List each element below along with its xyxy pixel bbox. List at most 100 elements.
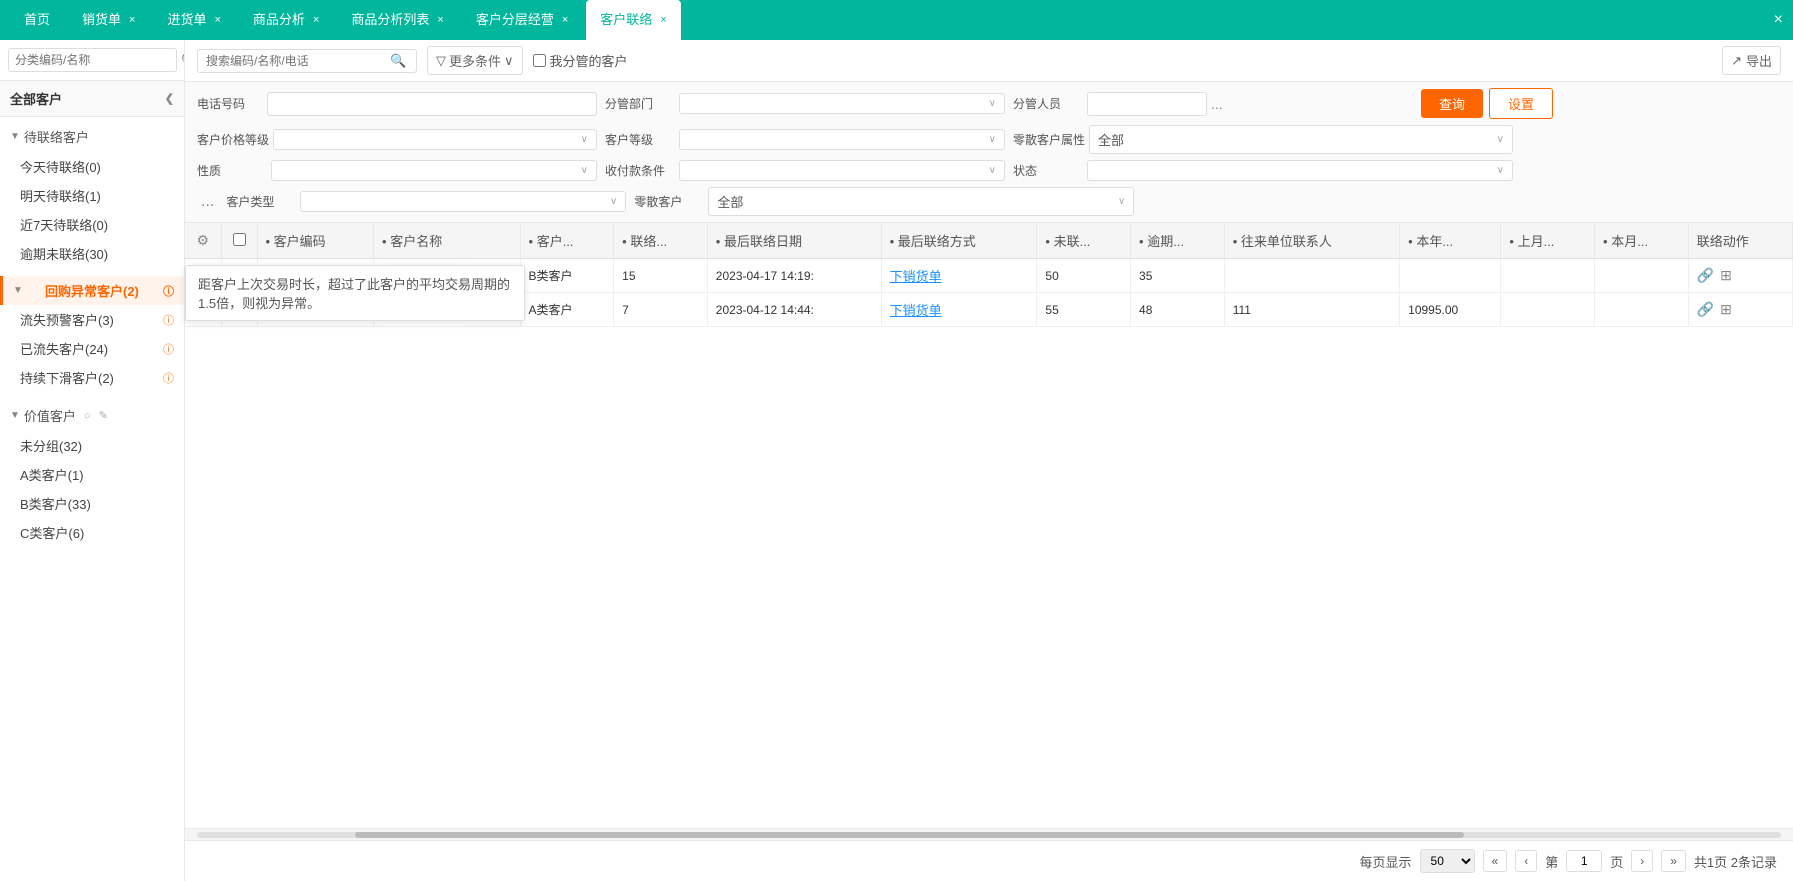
- export-button[interactable]: ↗ 导出: [1722, 46, 1781, 75]
- row2-not-contacted: 55: [1037, 293, 1131, 327]
- row2-last-contact-method: 下销货单: [881, 293, 1037, 327]
- sidebar-item-overdue-contact[interactable]: 逾期未联络(30): [0, 239, 184, 268]
- th-last-contact-date: • 最后联络日期: [707, 223, 881, 259]
- close-all-tabs-button[interactable]: ×: [1774, 11, 1783, 29]
- table-settings-icon[interactable]: ⚙: [196, 232, 209, 248]
- sidebar-item-today-pending[interactable]: 今天待联络(0): [0, 152, 184, 181]
- adv-filter-row-1: 电话号码 分管部门 ∨ 分管人员 ... 查询 设置: [197, 88, 1781, 119]
- main-layout: 🔍 全部客户 ❮ ▼ 待联络客户 今天待联络(0) 明天待联络(1) 近7天待联…: [0, 40, 1793, 881]
- tab-product-analysis-list[interactable]: 商品分析列表 ×: [337, 0, 457, 40]
- repurchase-abnormal-group: ▼ 回购异常客户(2) ⓘ 流失预警客户(3) ⓘ 已流失客户(24) ⓘ 持续…: [0, 272, 184, 396]
- row2-link-icon[interactable]: 🔗: [1697, 301, 1714, 318]
- sidebar-item-churn-warning[interactable]: 流失预警客户(3) ⓘ: [0, 305, 184, 334]
- tab-customer-stratification[interactable]: 客户分层经营 ×: [462, 0, 582, 40]
- customer-level-down-icon: ∨: [989, 134, 996, 145]
- payment-select[interactable]: ∨: [679, 160, 1005, 181]
- tab-purchase-order[interactable]: 进货单 ×: [153, 0, 234, 40]
- retail-attr-select[interactable]: 全部 ∨: [1089, 125, 1513, 154]
- close-tab-product-list[interactable]: ×: [437, 0, 443, 40]
- customer-type-select[interactable]: ∨: [300, 191, 626, 212]
- close-tab-customer-contact[interactable]: ×: [660, 0, 666, 40]
- query-button[interactable]: 查询: [1421, 89, 1483, 118]
- pending-contact-group-title[interactable]: ▼ 待联络客户: [0, 121, 184, 152]
- row2-contact-method-link[interactable]: 下销货单: [890, 303, 942, 318]
- next-page-button[interactable]: ›: [1631, 850, 1653, 872]
- value-customers-group: ▼ 价值客户 ○ ✎ 未分组(32) A类客户(1) B类客户(33) C类客户…: [0, 396, 184, 551]
- dots-expand-button[interactable]: ...: [197, 193, 218, 211]
- tab-home[interactable]: 首页: [10, 0, 64, 40]
- repurchase-abnormal-group-title[interactable]: ▼ 回购异常客户(2) ⓘ: [0, 276, 184, 305]
- search-input[interactable]: [206, 54, 386, 68]
- th-unit-contact: • 往来单位联系人: [1224, 223, 1399, 259]
- sidebar-item-7day-pending[interactable]: 近7天待联络(0): [0, 210, 184, 239]
- person-input[interactable]: [1087, 92, 1207, 116]
- row1-last-contact-method: 下销货单: [881, 259, 1037, 293]
- edit-pen-icon[interactable]: ✎: [99, 409, 108, 422]
- category-search-input[interactable]: [8, 48, 177, 72]
- row1-this-year: [1400, 259, 1501, 293]
- advanced-filter-panel: 电话号码 分管部门 ∨ 分管人员 ... 查询 设置: [185, 82, 1793, 223]
- first-page-button[interactable]: «: [1483, 850, 1508, 872]
- chevron-down-icon: ∨: [504, 53, 514, 69]
- sidebar-item-class-a[interactable]: A类客户(1): [0, 460, 184, 489]
- price-level-field: 客户价格等级 ∨: [197, 129, 597, 150]
- export-icon: ↗: [1731, 53, 1742, 69]
- row2-last-month: [1501, 293, 1595, 327]
- row2-grid-icon[interactable]: ⊞: [1720, 301, 1732, 318]
- checkbox-column-header: [221, 223, 257, 259]
- sidebar-item-unclassified[interactable]: 未分组(32): [0, 431, 184, 460]
- retail-customer-field: 零散客户 全部 ∨: [634, 187, 1134, 216]
- close-tab-purchase[interactable]: ×: [214, 0, 220, 40]
- retail-attr-down-icon: ∨: [1497, 134, 1504, 145]
- close-tab-customer-strat[interactable]: ×: [562, 0, 568, 40]
- gender-select[interactable]: ∨: [271, 160, 597, 181]
- row1-link-icon[interactable]: 🔗: [1697, 267, 1714, 284]
- top-navigation: 首页 销货单 × 进货单 × 商品分析 × 商品分析列表 × 客户分层经营 × …: [0, 0, 1793, 40]
- row1-grid-icon[interactable]: ⊞: [1720, 267, 1732, 284]
- retail-customer-select[interactable]: 全部 ∨: [708, 187, 1134, 216]
- sidebar-item-declining[interactable]: 持续下滑客户(2) ⓘ: [0, 363, 184, 392]
- page-number-input[interactable]: [1566, 850, 1602, 872]
- row1-this-month: [1595, 259, 1689, 293]
- sidebar-item-class-b[interactable]: B类客户(33): [0, 489, 184, 518]
- customer-level-select[interactable]: ∨: [679, 129, 1005, 150]
- sidebar-item-class-c[interactable]: C类客户(6): [0, 518, 184, 547]
- value-customers-label: 价值客户: [24, 406, 76, 425]
- select-all-checkbox[interactable]: [233, 233, 246, 246]
- adv-filter-row-2: 客户价格等级 ∨ 客户等级 ∨ 零散客户属性 全部: [197, 125, 1781, 154]
- action-buttons: 查询 设置: [1421, 88, 1553, 119]
- edit-icon[interactable]: ○: [84, 410, 91, 422]
- row1-last-contact-date: 2023-04-17 14:19:: [707, 259, 881, 293]
- row1-contact-count: 15: [614, 259, 708, 293]
- value-customers-group-title[interactable]: ▼ 价值客户 ○ ✎: [0, 400, 184, 431]
- per-page-select[interactable]: 50 20 100: [1420, 849, 1475, 873]
- row1-action: 🔗 ⊞: [1688, 259, 1792, 293]
- dept-select[interactable]: ∨: [679, 93, 1005, 114]
- close-tab-sales[interactable]: ×: [129, 0, 135, 40]
- phone-input[interactable]: [267, 92, 597, 116]
- th-last-month: • 上月...: [1501, 223, 1595, 259]
- th-code: • 客户编码: [257, 223, 374, 259]
- all-customers-header[interactable]: 全部客户 ❮: [0, 81, 184, 117]
- set-button[interactable]: 设置: [1489, 88, 1553, 119]
- more-conditions-button[interactable]: ▽ 更多条件 ∨: [427, 46, 523, 75]
- row1-overdue: 35: [1131, 259, 1225, 293]
- sidebar-item-churned[interactable]: 已流失客户(24) ⓘ: [0, 334, 184, 363]
- prev-page-button[interactable]: ‹: [1515, 850, 1537, 872]
- price-level-select[interactable]: ∨: [273, 129, 597, 150]
- th-overdue: • 逾期...: [1131, 223, 1225, 259]
- horizontal-scrollbar[interactable]: [185, 828, 1793, 840]
- tab-product-analysis[interactable]: 商品分析 ×: [239, 0, 333, 40]
- close-tab-product-analysis[interactable]: ×: [313, 0, 319, 40]
- tab-customer-contact[interactable]: 客户联络 ×: [586, 0, 680, 40]
- person-ellipsis[interactable]: ...: [1211, 96, 1223, 112]
- status-select[interactable]: ∨: [1087, 160, 1513, 181]
- search-icon[interactable]: 🔍: [390, 53, 406, 69]
- scrollbar-thumb[interactable]: [355, 832, 1464, 838]
- sidebar-item-tomorrow-pending[interactable]: 明天待联络(1): [0, 181, 184, 210]
- last-page-button[interactable]: »: [1661, 850, 1686, 872]
- row1-contact-method-link[interactable]: 下销货单: [890, 269, 942, 284]
- info-icon-repurchase: ⓘ: [163, 283, 174, 299]
- tab-sales-order[interactable]: 销货单 ×: [68, 0, 149, 40]
- my-customers-checkbox[interactable]: [533, 54, 546, 67]
